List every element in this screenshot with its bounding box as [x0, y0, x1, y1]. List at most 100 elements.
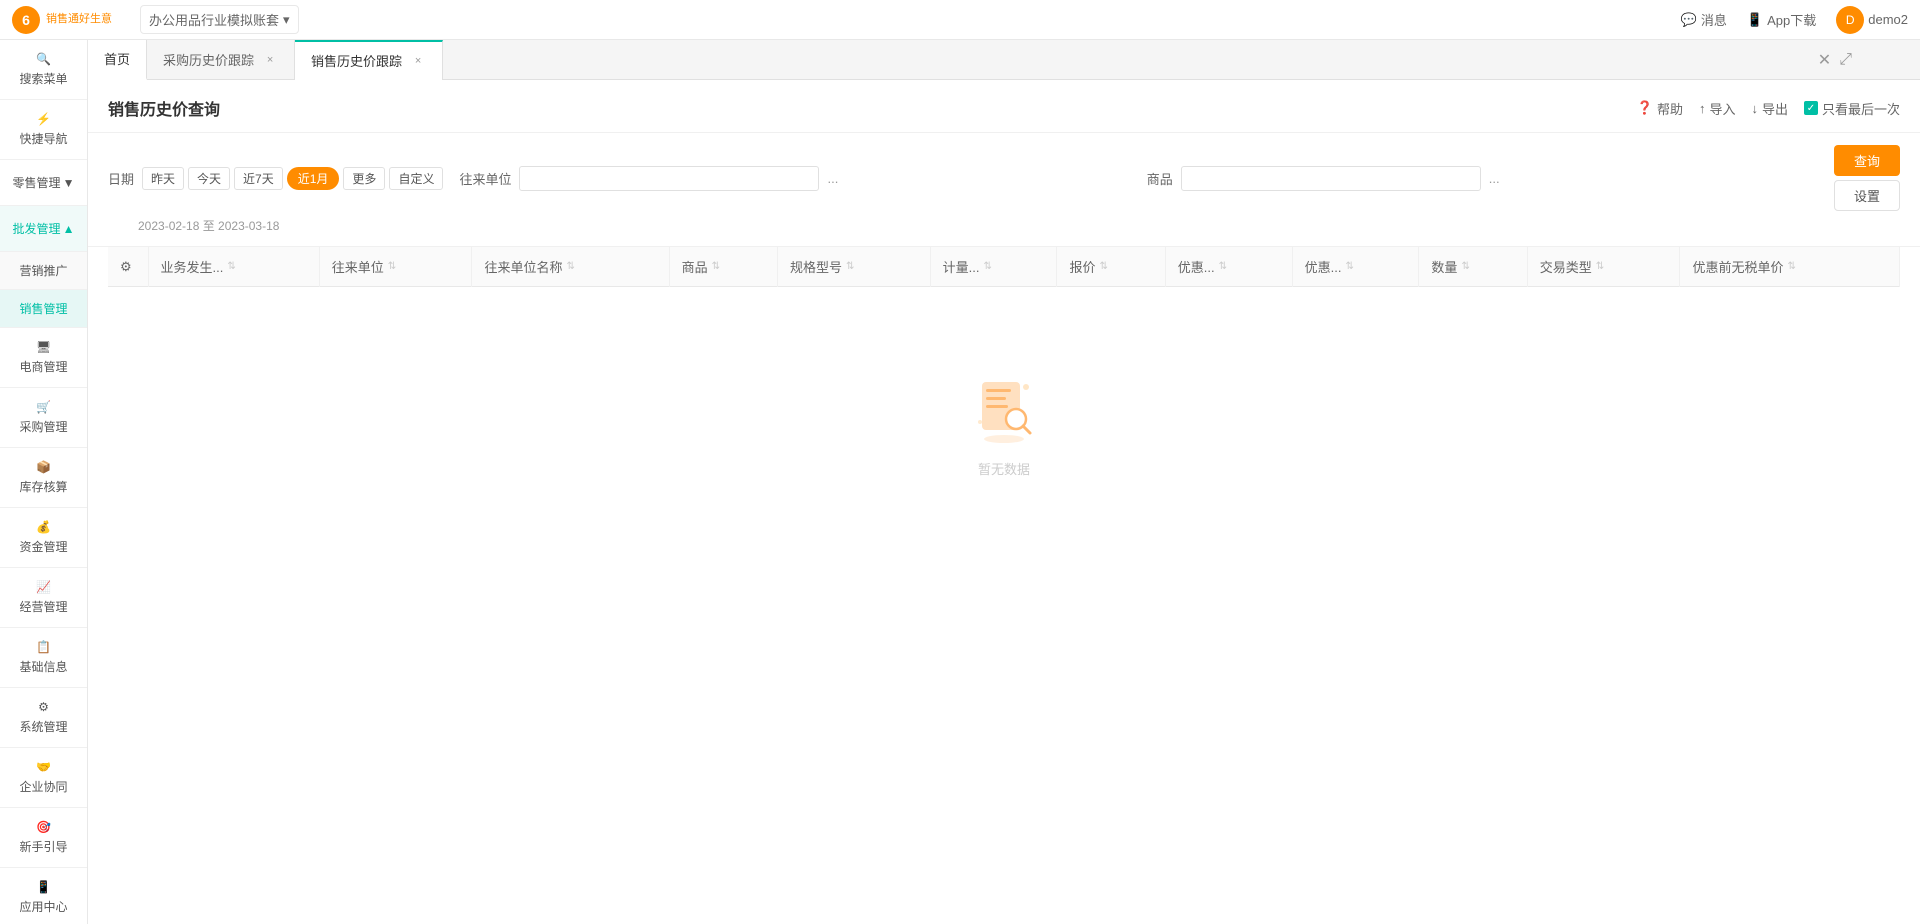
- sidebar-item-enterprise[interactable]: 🤝 企业协同: [0, 748, 87, 808]
- product-input[interactable]: [1181, 166, 1481, 191]
- export-button[interactable]: ↓ 导出: [1751, 99, 1788, 118]
- message-button[interactable]: 💬 消息: [1681, 10, 1727, 29]
- th-partner-code[interactable]: 往来单位 ⇅: [319, 247, 472, 287]
- avatar: D: [1836, 6, 1864, 34]
- main-layout: 🔍 搜索菜单 ⚡ 快捷导航 零售管理 ▼ 批发管理 ▲ 营销推广 销售管理 🖥 …: [0, 40, 1920, 924]
- th-quoted-price[interactable]: 报价 ⇅: [1057, 247, 1165, 287]
- chevron-down-icon: ▾: [283, 12, 290, 28]
- settings-button[interactable]: 设置: [1834, 180, 1900, 211]
- th-unit[interactable]: 计量... ⇅: [930, 247, 1057, 287]
- page-title: 销售历史价查询: [108, 96, 220, 120]
- help-button[interactable]: ❓ 帮助: [1637, 99, 1683, 118]
- empty-text: 暂无数据: [978, 459, 1030, 478]
- sidebar-item-wholesale[interactable]: 批发管理 ▲: [0, 206, 87, 252]
- sales-tab-close[interactable]: ×: [410, 53, 426, 69]
- import-label: 导入: [1709, 99, 1735, 118]
- th-spec[interactable]: 规格型号 ⇅: [777, 247, 930, 287]
- purchase-icon: 🛒: [36, 400, 51, 414]
- sidebar-item-operations[interactable]: 📈 经营管理: [0, 568, 87, 628]
- sidebar-item-system[interactable]: ⚙ 系统管理: [0, 688, 87, 748]
- only-last-checkbox[interactable]: ✓ 只看最后一次: [1804, 99, 1900, 118]
- th-business-date[interactable]: 业务发生... ⇅: [148, 247, 319, 287]
- system-icon: ⚙: [38, 700, 49, 714]
- user-menu[interactable]: D demo2: [1836, 6, 1908, 34]
- purchase-tab-label: 采购历史价跟踪: [163, 50, 254, 69]
- date-btn-yesterday[interactable]: 昨天: [142, 167, 184, 190]
- wholesale-label: 批发管理: [13, 220, 61, 237]
- date-btn-1month[interactable]: 近1月: [287, 167, 340, 190]
- th-product[interactable]: 商品 ⇅: [669, 247, 777, 287]
- sidebar-label-system: 系统管理: [19, 718, 67, 735]
- close-all-icon[interactable]: ✕: [1818, 50, 1831, 70]
- date-filter-group: 日期 昨天 今天 近7天 近1月 更多 自定义: [108, 167, 443, 190]
- sidebar-item-finance[interactable]: 💰 资金管理: [0, 508, 87, 568]
- app-center-icon: 📱: [36, 880, 51, 894]
- th-trade-type[interactable]: 交易类型 ⇅: [1527, 247, 1680, 287]
- partner-filter-group: 往来单位 ...: [459, 166, 1130, 191]
- sort-icon-quantity: ⇅: [1461, 261, 1469, 272]
- date-btn-today[interactable]: 今天: [188, 167, 230, 190]
- finance-icon: 💰: [36, 520, 51, 534]
- app-selector[interactable]: 办公用品行业模拟账套 ▾: [140, 5, 299, 34]
- chevron-up-icon: ▲: [63, 222, 75, 236]
- th-discount1[interactable]: 优惠... ⇅: [1165, 247, 1292, 287]
- enterprise-icon: 🤝: [36, 760, 51, 774]
- partner-label: 往来单位: [459, 169, 511, 188]
- import-button[interactable]: ↑ 导入: [1699, 99, 1736, 118]
- sort-icon-trade-type: ⇅: [1596, 261, 1604, 272]
- th-discount2[interactable]: 优惠... ⇅: [1292, 247, 1419, 287]
- date-buttons: 昨天 今天 近7天 近1月 更多 自定义: [142, 167, 443, 190]
- message-label: 消息: [1701, 10, 1727, 29]
- sidebar-item-basic[interactable]: 📋 基础信息: [0, 628, 87, 688]
- date-label: 日期: [108, 169, 134, 188]
- content-area: 首页 采购历史价跟踪 × 销售历史价跟踪 × ✕ ⤢ 销售历史价查询: [88, 40, 1920, 924]
- date-btn-more[interactable]: 更多: [343, 167, 385, 190]
- basic-icon: 📋: [36, 640, 51, 654]
- sidebar-item-app-center[interactable]: 📱 应用中心: [0, 868, 87, 924]
- purchase-tab-close[interactable]: ×: [262, 52, 278, 68]
- th-partner-name[interactable]: 往来单位名称 ⇅: [472, 247, 669, 287]
- date-range-display: 2023-02-18 至 2023-03-18: [138, 217, 1900, 234]
- table-settings-icon[interactable]: ⚙: [120, 259, 132, 274]
- tab-bar-actions: ✕ ⤢: [1818, 50, 1860, 70]
- help-icon: ❓: [1637, 100, 1653, 116]
- tab-home[interactable]: 首页: [88, 40, 147, 80]
- import-icon: ↑: [1699, 101, 1706, 116]
- table-header-row: ⚙ 业务发生... ⇅ 往来单位: [108, 247, 1900, 287]
- date-btn-custom[interactable]: 自定义: [389, 167, 443, 190]
- sidebar-item-ecommerce[interactable]: 🖥 电商管理: [0, 328, 87, 388]
- sidebar-item-purchase[interactable]: 🛒 采购管理: [0, 388, 87, 448]
- app-selector-label: 办公用品行业模拟账套: [149, 10, 279, 29]
- product-dots[interactable]: ...: [1489, 171, 1500, 186]
- th-quantity[interactable]: 数量 ⇅: [1419, 247, 1527, 287]
- th-pretax-price[interactable]: 优惠前无税单价 ⇅: [1680, 247, 1900, 287]
- download-icon: 📱: [1747, 12, 1763, 28]
- operations-icon: 📈: [36, 580, 51, 594]
- sidebar-item-marketing[interactable]: 营销推广: [0, 252, 87, 290]
- maximize-icon[interactable]: ⤢: [1839, 51, 1852, 69]
- page-header: 销售历史价查询 ❓ 帮助 ↑ 导入 ↓ 导出 ✓: [88, 80, 1920, 133]
- sidebar-item-search[interactable]: 🔍 搜索菜单: [0, 40, 87, 100]
- th-settings[interactable]: ⚙: [108, 247, 148, 287]
- sort-icon-quoted-price: ⇅: [1100, 261, 1108, 272]
- export-label: 导出: [1762, 99, 1788, 118]
- app-download-button[interactable]: 📱 App下载: [1747, 10, 1816, 29]
- sidebar-item-guide[interactable]: 🎯 新手引导: [0, 808, 87, 868]
- home-tab-label: 首页: [104, 49, 130, 68]
- sidebar-item-shortcut[interactable]: ⚡ 快捷导航: [0, 100, 87, 160]
- partner-dots[interactable]: ...: [827, 171, 838, 186]
- guide-icon: 🎯: [36, 820, 51, 834]
- sidebar-item-inventory[interactable]: 📦 库存核算: [0, 448, 87, 508]
- query-button[interactable]: 查询: [1834, 145, 1900, 176]
- sidebar-item-retail[interactable]: 零售管理 ▼: [0, 160, 87, 206]
- sidebar-item-sales-mgmt[interactable]: 销售管理: [0, 290, 87, 328]
- export-icon: ↓: [1751, 101, 1758, 116]
- page-content: 销售历史价查询 ❓ 帮助 ↑ 导入 ↓ 导出 ✓: [88, 80, 1920, 924]
- tab-sales[interactable]: 销售历史价跟踪 ×: [295, 40, 443, 80]
- sidebar: 🔍 搜索菜单 ⚡ 快捷导航 零售管理 ▼ 批发管理 ▲ 营销推广 销售管理 🖥 …: [0, 40, 88, 924]
- partner-input[interactable]: [519, 166, 819, 191]
- tab-purchase[interactable]: 采购历史价跟踪 ×: [147, 40, 295, 80]
- sidebar-label-inventory: 库存核算: [19, 478, 67, 495]
- filter-row: 日期 昨天 今天 近7天 近1月 更多 自定义 往来单位 ..: [108, 145, 1900, 211]
- date-btn-7days[interactable]: 近7天: [234, 167, 283, 190]
